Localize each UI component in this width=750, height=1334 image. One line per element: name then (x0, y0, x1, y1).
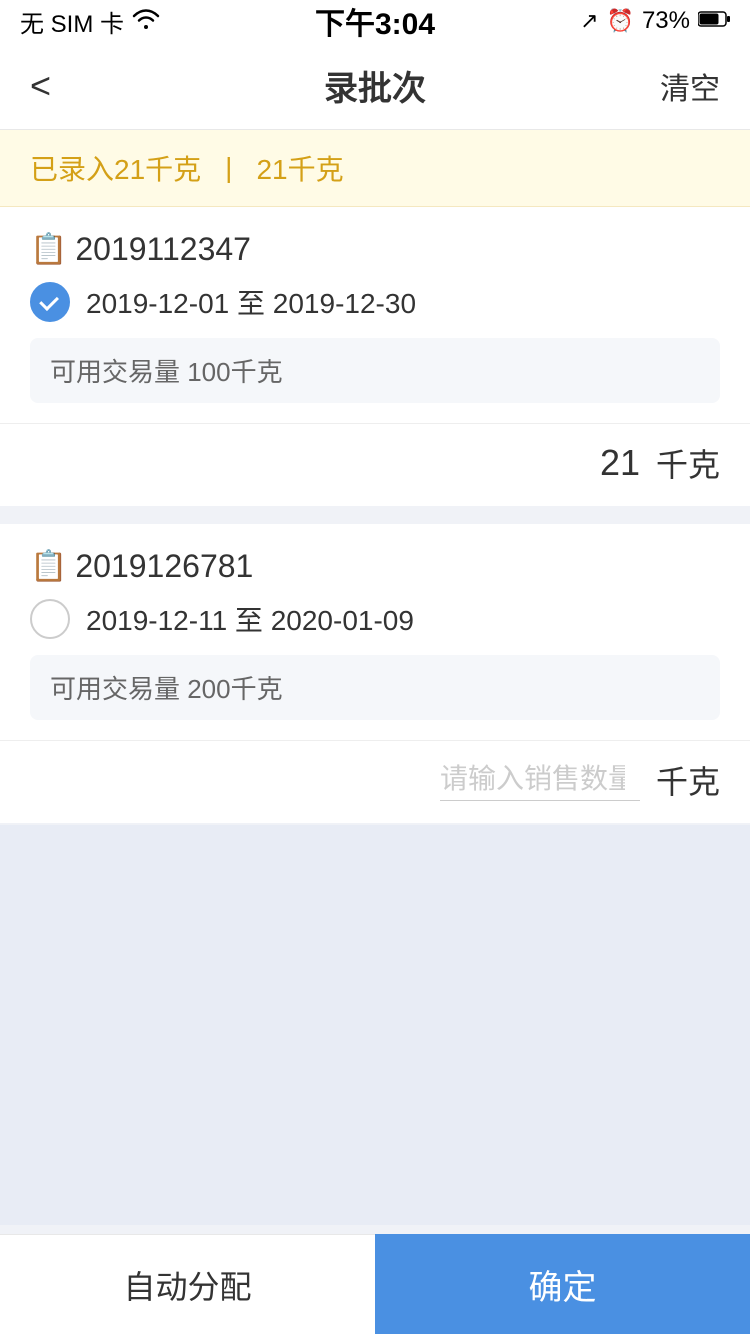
time-display: 下午3:04 (315, 0, 435, 43)
status-bar-left: 无 SIM 卡 (20, 4, 160, 39)
nav-bar: < 录批次 清空 (0, 42, 750, 130)
confirm-button[interactable]: 确定 (375, 1234, 750, 1334)
batch-id-row-1: 📋 2019112347 (30, 231, 720, 268)
doc-icon-1: 📋 (30, 232, 67, 267)
carrier-text: 无 SIM 卡 (20, 4, 124, 39)
wifi-icon (132, 7, 160, 36)
batch-id-row-2: 📋 2019126781 (30, 548, 720, 585)
batch-id-1: 2019112347 (75, 231, 251, 268)
summary-divider: | (225, 152, 232, 184)
qty-unit-2: 千克 (656, 757, 720, 803)
batch-date-row-1: 2019-12-01 至 2019-12-30 (30, 282, 720, 322)
total-amount: 21千克 (256, 148, 343, 188)
radio-unchecked-2[interactable] (30, 599, 70, 639)
qty-row-1: 21 千克 (0, 423, 750, 506)
available-qty-2: 可用交易量 200千克 (30, 655, 720, 720)
location-icon: ↗ (580, 8, 598, 34)
battery-icon (698, 7, 730, 35)
available-qty-1: 可用交易量 100千克 (30, 338, 720, 403)
back-button[interactable]: < (30, 65, 90, 107)
alarm-icon: ⏰ (607, 8, 634, 34)
empty-area (0, 825, 750, 1225)
qty-row-2: 千克 (0, 740, 750, 823)
batch-date-1: 2019-12-01 至 2019-12-30 (86, 282, 416, 322)
batch-date-2: 2019-12-11 至 2020-01-09 (86, 599, 414, 639)
bottom-bar: 自动分配 确定 (0, 1234, 750, 1334)
page-title: 录批次 (324, 61, 426, 110)
qty-value-1: 21 (600, 442, 640, 484)
doc-icon-2: 📋 (30, 549, 67, 584)
card-separator (0, 508, 750, 524)
batch-date-row-2: 2019-12-11 至 2020-01-09 (30, 599, 720, 639)
status-bar-right: ↗ ⏰ 73% (580, 7, 730, 35)
summary-banner: 已录入21千克 | 21千克 (0, 130, 750, 207)
auto-distribute-button[interactable]: 自动分配 (0, 1234, 375, 1334)
radio-checked-1[interactable] (30, 282, 70, 322)
status-bar: 无 SIM 卡 下午3:04 ↗ ⏰ 73% (0, 0, 750, 42)
batch-card-2: 📋 2019126781 2019-12-11 至 2020-01-09 可用交… (0, 524, 750, 823)
battery-text: 73% (642, 7, 690, 35)
qty-input-2[interactable] (440, 759, 640, 801)
batch-card-1: 📋 2019112347 2019-12-01 至 2019-12-30 可用交… (0, 207, 750, 506)
qty-unit-1: 千克 (656, 440, 720, 486)
clear-button[interactable]: 清空 (660, 64, 720, 108)
batch-id-2: 2019126781 (75, 548, 253, 585)
recorded-amount: 已录入21千克 (30, 148, 201, 188)
main-content: 📋 2019112347 2019-12-01 至 2019-12-30 可用交… (0, 207, 750, 1325)
